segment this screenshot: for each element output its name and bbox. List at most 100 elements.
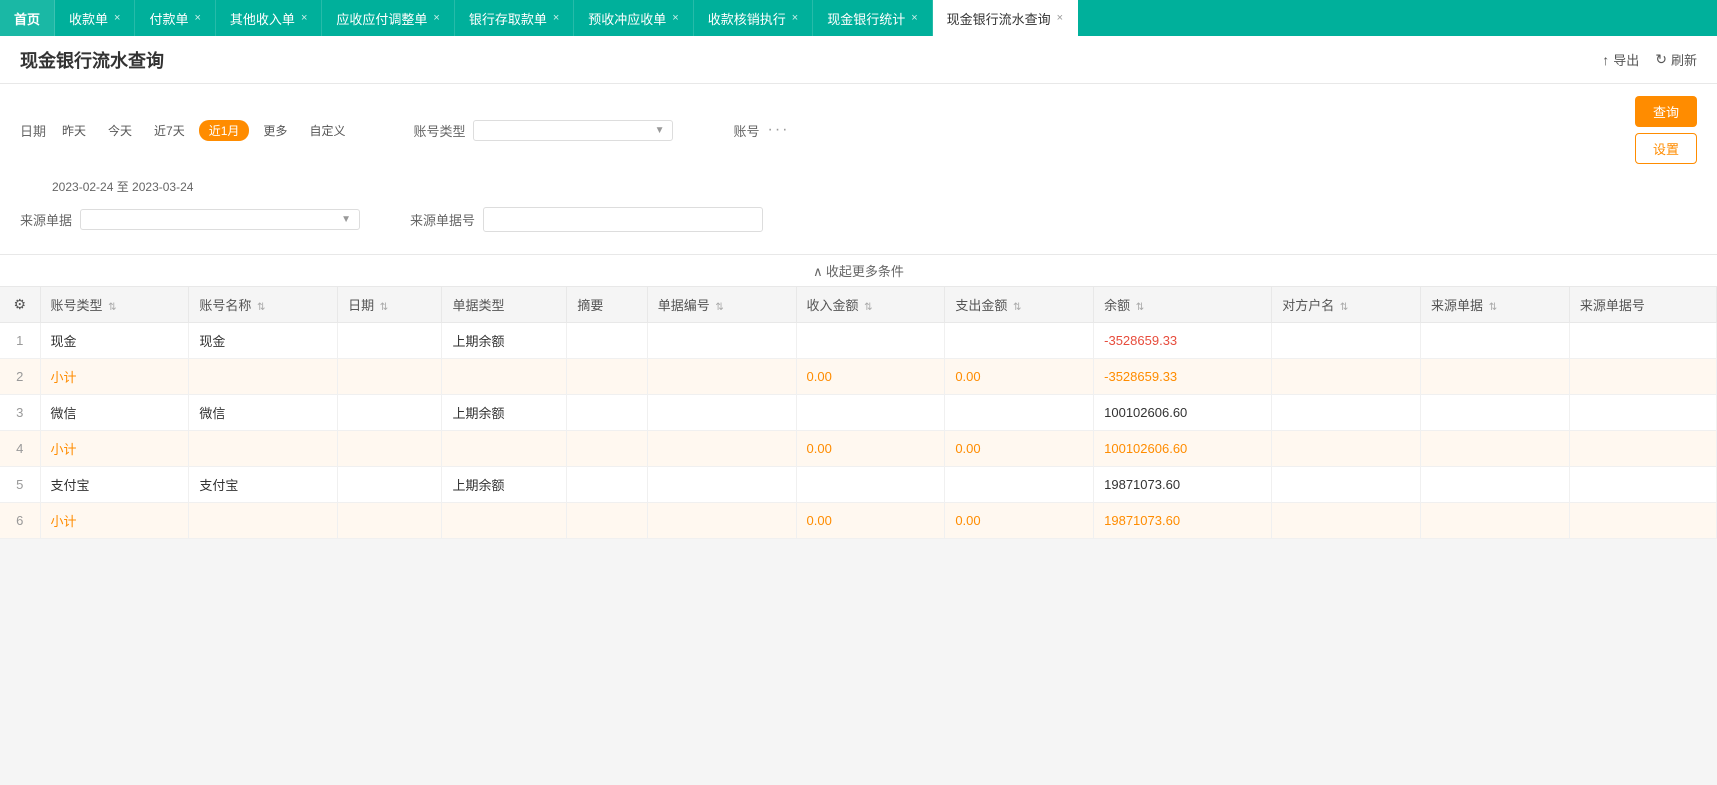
source-doc-no-input[interactable] (483, 207, 763, 232)
settings-button[interactable]: 设置 (1635, 133, 1697, 164)
table-row: 4小计0.000.00100102606.60 (0, 431, 1717, 467)
nav-home[interactable]: 首页 (0, 0, 55, 36)
nav-tab-3[interactable]: 应收应付调整单 × (322, 0, 454, 36)
table-cell: 0.00 (796, 359, 945, 395)
sort-icon-balance: ⇅ (1136, 302, 1144, 313)
table-cell (1272, 395, 1421, 431)
source-doc-group: 来源单据 ▼ (20, 209, 360, 230)
table-cell (1421, 467, 1570, 503)
export-button[interactable]: ↑ 导出 (1602, 50, 1639, 69)
date-btn-custom[interactable]: 自定义 (301, 120, 353, 141)
date-btn-today[interactable]: 今天 (100, 120, 140, 141)
table-cell: 100102606.60 (1094, 431, 1272, 467)
table-cell (1272, 323, 1421, 359)
table-cell: 0.00 (796, 431, 945, 467)
table-cell (1569, 503, 1716, 539)
source-doc-label: 来源单据 (20, 210, 72, 229)
account-group: 账号 ··· (733, 121, 789, 140)
nav-tab-7-close[interactable]: × (911, 12, 917, 24)
nav-tab-1-close[interactable]: × (194, 12, 200, 24)
table-cell: 上期余额 (442, 395, 567, 431)
nav-tab-0-close[interactable]: × (114, 12, 120, 24)
table-cell (647, 395, 796, 431)
nav-tab-5[interactable]: 预收冲应收单 × (574, 0, 693, 36)
col-doc-no[interactable]: 单据编号 ⇅ (647, 287, 796, 323)
date-btn-yesterday[interactable]: 昨天 (54, 120, 94, 141)
table-cell (338, 395, 442, 431)
page-title: 现金银行流水查询 (20, 47, 164, 73)
query-button[interactable]: 查询 (1635, 96, 1697, 127)
table-cell (1569, 431, 1716, 467)
table-cell: 支付宝 (40, 467, 189, 503)
nav-tab-7[interactable]: 现金银行统计 × (813, 0, 932, 36)
account-type-select[interactable]: ▼ (473, 120, 673, 141)
account-type-label: 账号类型 (413, 121, 465, 140)
table-cell: 0.00 (945, 503, 1094, 539)
col-summary-label: 摘要 (577, 298, 603, 313)
col-account-type-label: 账号类型 (51, 298, 103, 313)
header-actions: ↑ 导出 ↻ 刷新 (1602, 50, 1697, 69)
nav-tab-8[interactable]: 现金银行流水查询 × (933, 0, 1078, 36)
date-btn-7days[interactable]: 近7天 (146, 120, 193, 141)
table-cell: -3528659.33 (1094, 323, 1272, 359)
col-balance[interactable]: 余额 ⇅ (1094, 287, 1272, 323)
nav-tab-4[interactable]: 银行存取款单 × (455, 0, 574, 36)
collapse-icon: ∧ (813, 264, 823, 279)
col-account-name[interactable]: 账号名称 ⇅ (189, 287, 338, 323)
nav-tab-6[interactable]: 收款核销执行 × (694, 0, 813, 36)
table-cell (567, 467, 647, 503)
chevron-down-icon: ▼ (655, 125, 665, 136)
date-btn-1month[interactable]: 近1月 (199, 120, 250, 141)
nav-tab-4-close[interactable]: × (553, 12, 559, 24)
col-source-doc-no-label: 来源单据号 (1580, 298, 1645, 313)
table-cell: 上期余额 (442, 323, 567, 359)
col-account-type[interactable]: 账号类型 ⇅ (40, 287, 189, 323)
table-cell: 0.00 (945, 359, 1094, 395)
table-cell (647, 467, 796, 503)
filter-top-row: 日期 昨天 今天 近7天 近1月 更多 自定义 账号类型 ▼ (20, 96, 1697, 242)
table-cell (1569, 395, 1716, 431)
date-range-display: 2023-02-24 至 2023-03-24 (48, 178, 1697, 195)
col-expense[interactable]: 支出金额 ⇅ (945, 287, 1094, 323)
date-filter-row: 日期 昨天 今天 近7天 近1月 更多 自定义 账号类型 ▼ (20, 96, 1697, 164)
col-expense-label: 支出金额 (955, 298, 1007, 313)
date-range-text: 2023-02-24 至 2023-03-24 (52, 180, 193, 194)
table-cell (796, 323, 945, 359)
nav-tab-6-close[interactable]: × (792, 12, 798, 24)
table-cell (189, 359, 338, 395)
table-cell (1421, 323, 1570, 359)
table-cell: 1 (0, 323, 40, 359)
filter-area: 日期 昨天 今天 近7天 近1月 更多 自定义 账号类型 ▼ (0, 84, 1717, 255)
col-settings[interactable]: ⚙ (0, 287, 40, 323)
table-container: ⚙ 账号类型 ⇅ 账号名称 ⇅ 日期 ⇅ 单据类型 摘要 (0, 287, 1717, 539)
table-body: 1现金现金上期余额-3528659.332小计0.000.00-3528659.… (0, 323, 1717, 539)
col-income[interactable]: 收入金额 ⇅ (796, 287, 945, 323)
more-dots[interactable]: ··· (767, 121, 789, 139)
nav-tab-3-close[interactable]: × (433, 12, 439, 24)
col-doc-type[interactable]: 单据类型 (442, 287, 567, 323)
table-cell: 4 (0, 431, 40, 467)
source-doc-no-label: 来源单据号 (410, 210, 475, 229)
col-source-doc-no[interactable]: 来源单据号 (1569, 287, 1716, 323)
table-cell (647, 503, 796, 539)
table-cell (338, 323, 442, 359)
nav-tab-2-close[interactable]: × (301, 12, 307, 24)
source-doc-select[interactable]: ▼ (80, 209, 360, 230)
action-buttons: 查询 设置 (1635, 96, 1697, 164)
nav-tab-8-label: 现金银行流水查询 (947, 9, 1051, 28)
nav-tab-5-close[interactable]: × (672, 12, 678, 24)
table-cell: 小计 (40, 503, 189, 539)
col-source-doc[interactable]: 来源单据 ⇅ (1421, 287, 1570, 323)
nav-tab-2[interactable]: 其他收入单 × (216, 0, 322, 36)
refresh-button[interactable]: ↻ 刷新 (1655, 50, 1697, 69)
collapse-bar[interactable]: ∧ 收起更多条件 (0, 255, 1717, 287)
col-summary[interactable]: 摘要 (567, 287, 647, 323)
settings-gear-icon: ⚙ (13, 296, 26, 312)
nav-tab-1[interactable]: 付款单 × (135, 0, 215, 36)
col-date[interactable]: 日期 ⇅ (338, 287, 442, 323)
nav-tab-8-close[interactable]: × (1057, 12, 1063, 24)
table-cell (1421, 359, 1570, 395)
col-counterpart[interactable]: 对方户名 ⇅ (1272, 287, 1421, 323)
date-btn-more[interactable]: 更多 (255, 120, 295, 141)
nav-tab-0[interactable]: 收款单 × (55, 0, 135, 36)
